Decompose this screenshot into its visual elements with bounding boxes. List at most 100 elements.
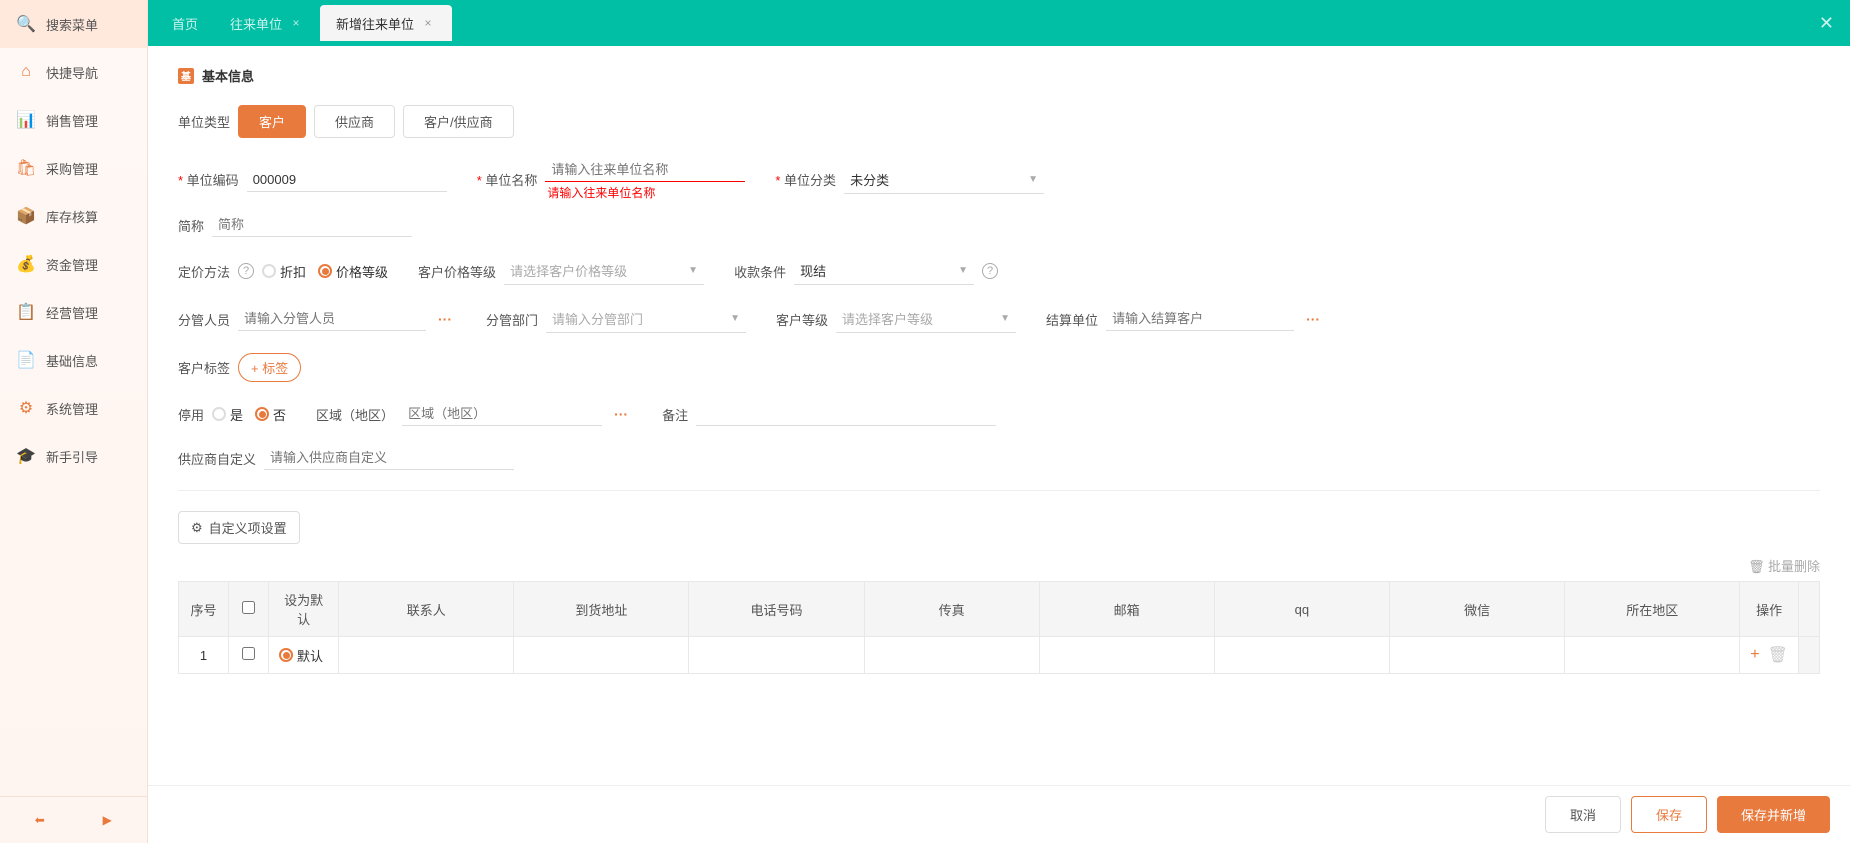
chevron-down-icon: ▼ <box>1028 174 1038 185</box>
add-tag-btn[interactable]: + 标签 <box>238 353 301 382</box>
customer-price-level-select[interactable]: 请选择客户价格等级 ▼ <box>504 257 704 285</box>
disabled-yes[interactable]: 是 <box>212 405 243 424</box>
row-contact[interactable] <box>339 637 514 674</box>
tab-new-contact[interactable]: 新增往来单位 × <box>320 5 452 41</box>
section-title: 基 基本信息 <box>178 66 1820 85</box>
col-seq: 序号 <box>179 582 229 637</box>
save-button[interactable]: 保存 <box>1631 796 1707 833</box>
region-input[interactable] <box>402 402 602 426</box>
customer-level-placeholder: 请选择客户等级 <box>842 309 996 328</box>
unit-code-field: 单位编码 <box>178 168 447 192</box>
qq-input[interactable] <box>1225 648 1379 663</box>
unit-code-label: 单位编码 <box>178 170 239 189</box>
row-region[interactable] <box>1565 637 1740 674</box>
pricing-discount[interactable]: 折扣 <box>262 262 306 281</box>
sidebar-item-label: 库存核算 <box>46 207 98 226</box>
row-checkbox-cell <box>229 637 269 674</box>
sidebar-item-guide[interactable]: 🎓 新手引导 <box>0 432 147 480</box>
row-checkbox[interactable] <box>242 647 255 660</box>
home-icon: ⌂ <box>16 62 36 82</box>
pricing-pricelevel[interactable]: 价格等级 <box>318 262 388 281</box>
sidebar-item-label: 销售管理 <box>46 111 98 130</box>
row-phone[interactable] <box>689 637 864 674</box>
region-ellipsis-btn[interactable]: ··· <box>610 406 632 422</box>
col-qq: qq <box>1214 582 1389 637</box>
row-wechat[interactable] <box>1390 637 1565 674</box>
manager-ellipsis-btn[interactable]: ··· <box>434 311 456 327</box>
row-default-radio[interactable]: 默认 <box>279 646 328 665</box>
batch-delete-btn[interactable]: 🗑 批量删除 <box>178 556 1820 575</box>
type-btn-supplier[interactable]: 供应商 <box>314 105 395 138</box>
address-input[interactable] <box>524 648 678 663</box>
delete-row-btn[interactable]: 🗑 <box>1768 645 1788 665</box>
col-wechat: 微信 <box>1390 582 1565 637</box>
unit-category-label: 单位分类 <box>775 170 836 189</box>
tab-contacts[interactable]: 往来单位 × <box>214 5 320 41</box>
abbr-input[interactable] <box>212 213 412 237</box>
sidebar: 🔍 搜索菜单 ⌂ 快捷导航 📊 销售管理 🛍 采购管理 📦 库存核算 💰 资金管… <box>0 0 148 843</box>
sidebar-collapse-btn[interactable]: ⬅ <box>10 807 70 833</box>
disabled-field: 停用 是 否 <box>178 405 286 424</box>
col-address: 到货地址 <box>514 582 689 637</box>
settlement-unit-input[interactable] <box>1106 307 1294 331</box>
section-icon: 基 <box>178 68 194 84</box>
tab-close-new-contact[interactable]: × <box>420 15 436 31</box>
row-qq[interactable] <box>1214 637 1389 674</box>
sidebar-item-operations[interactable]: 📋 经营管理 <box>0 288 147 336</box>
sidebar-item-search[interactable]: 🔍 搜索菜单 <box>0 0 147 48</box>
disabled-no[interactable]: 否 <box>255 405 286 424</box>
customer-level-select[interactable]: 请选择客户等级 ▼ <box>836 305 1016 333</box>
unit-name-label: 单位名称 <box>477 170 538 189</box>
unit-category-select[interactable]: 未分类 ▼ <box>844 166 1044 194</box>
fax-input[interactable] <box>875 648 1029 663</box>
phone-input[interactable] <box>699 648 853 663</box>
pricing-question-icon[interactable]: ? <box>238 263 254 279</box>
row-email[interactable] <box>1039 637 1214 674</box>
scrollbar-cell <box>1799 637 1820 674</box>
sidebar-item-finance[interactable]: 💰 资金管理 <box>0 240 147 288</box>
add-row-btn[interactable]: + <box>1750 646 1759 664</box>
settlement-ellipsis-btn[interactable]: ··· <box>1302 311 1324 327</box>
sidebar-expand-btn[interactable]: ▶ <box>78 807 138 833</box>
window-close-btn[interactable]: ✕ <box>1811 9 1842 38</box>
sidebar-item-system[interactable]: ⚙ 系统管理 <box>0 384 147 432</box>
type-btn-both[interactable]: 客户/供应商 <box>403 105 514 138</box>
batch-delete-icon: 🗑 <box>1748 559 1765 574</box>
row-address[interactable] <box>514 637 689 674</box>
sidebar-item-inventory[interactable]: 📦 库存核算 <box>0 192 147 240</box>
sidebar-item-basic[interactable]: 📄 基础信息 <box>0 336 147 384</box>
remark-label: 备注 <box>662 405 688 424</box>
manager-input[interactable] <box>238 307 426 331</box>
tab-home[interactable]: 首页 <box>156 5 214 41</box>
payment-terms-field: 收款条件 现结 ▼ ? <box>734 257 998 285</box>
sidebar-item-quicknav[interactable]: ⌂ 快捷导航 <box>0 48 147 96</box>
supplier-custom-input[interactable] <box>264 446 514 470</box>
sidebar-item-sales[interactable]: 📊 销售管理 <box>0 96 147 144</box>
row-fax[interactable] <box>864 637 1039 674</box>
tab-close-contacts[interactable]: × <box>288 15 304 31</box>
type-btn-customer[interactable]: 客户 <box>238 105 306 138</box>
payment-terms-question-icon[interactable]: ? <box>982 263 998 279</box>
row-actions: + 🗑 <box>1740 637 1799 674</box>
payment-terms-select[interactable]: 现结 ▼ <box>794 257 974 285</box>
select-all-checkbox[interactable] <box>242 601 255 614</box>
custom-settings-btn[interactable]: ⚙ 自定义项设置 <box>178 511 300 544</box>
unit-name-input[interactable] <box>545 158 745 182</box>
col-region: 所在地区 <box>1565 582 1740 637</box>
wechat-input[interactable] <box>1400 648 1554 663</box>
remark-input[interactable] <box>696 402 996 426</box>
contact-input[interactable] <box>349 648 503 663</box>
sidebar-item-purchase[interactable]: 🛍 采购管理 <box>0 144 147 192</box>
dept-select[interactable]: 请输入分管部门 ▼ <box>546 305 746 333</box>
row-region-input[interactable] <box>1575 648 1729 663</box>
unit-code-input[interactable] <box>247 168 447 192</box>
dept-field: 分管部门 请输入分管部门 ▼ <box>486 305 746 333</box>
cancel-button[interactable]: 取消 <box>1545 796 1621 833</box>
no-label: 否 <box>273 405 286 424</box>
pricing-row: 定价方法 ? 折扣 价格等级 客户价格等级 请选择客户价格等级 <box>178 257 1820 285</box>
email-input[interactable] <box>1050 648 1204 663</box>
pricelevel-label: 价格等级 <box>336 262 388 281</box>
contacts-table-wrapper: 序号 设为默认 联系人 到货地址 电话号码 传真 邮箱 qq 微信 所在地区 <box>178 581 1820 674</box>
pricelevel-radio-circle <box>318 264 332 278</box>
save-new-button[interactable]: 保存并新增 <box>1717 796 1830 833</box>
